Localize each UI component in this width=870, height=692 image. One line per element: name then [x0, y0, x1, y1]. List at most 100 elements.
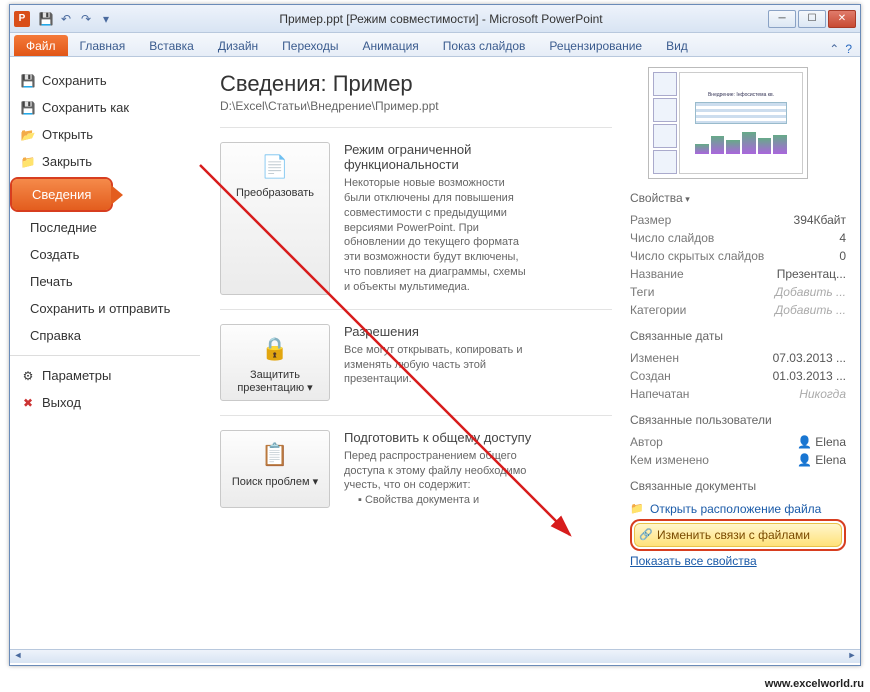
prop-key: Размер — [630, 213, 671, 227]
redo-icon[interactable]: ↷ — [78, 11, 94, 27]
prop-key: Напечатан — [630, 387, 689, 401]
menu-label: Выход — [42, 395, 81, 410]
save-as-icon: 💾 — [20, 100, 36, 116]
menu-label: Сохранить как — [42, 100, 129, 115]
ribbon-minimize-icon[interactable]: ⌃ — [829, 42, 839, 56]
button-label: Преобразовать — [225, 187, 325, 199]
menu-label: Сохранить — [42, 73, 107, 88]
properties-dropdown[interactable]: Свойства — [630, 191, 846, 205]
menu-new[interactable]: Создать — [10, 241, 200, 268]
save-icon[interactable]: 💾 — [38, 11, 54, 27]
help-icon[interactable]: ? — [845, 42, 852, 56]
menu-share[interactable]: Сохранить и отправить — [10, 295, 200, 322]
open-file-location-link[interactable]: 📁Открыть расположение файла — [630, 499, 846, 519]
tab-slideshow[interactable]: Показ слайдов — [431, 35, 538, 56]
watermark: www.excelworld.ru — [765, 678, 864, 690]
close-button[interactable]: ✕ — [828, 10, 856, 28]
prepare-body: Перед распространением общего доступа к … — [344, 449, 534, 494]
check-issues-button[interactable]: 📋 Поиск проблем ▾ — [220, 430, 330, 508]
tab-view[interactable]: Вид — [654, 35, 700, 56]
menu-label: Параметры — [42, 368, 111, 383]
info-heading: Сведения: Пример — [220, 71, 612, 97]
open-icon: 📂 — [20, 127, 36, 143]
menu-label: Последние — [30, 220, 97, 235]
menu-save[interactable]: 💾 Сохранить — [10, 67, 200, 94]
menu-options[interactable]: ⚙ Параметры — [10, 362, 200, 389]
related-docs-heading: Связанные документы — [630, 479, 846, 493]
menu-label: Открыть — [42, 127, 93, 142]
file-path: D:\Excel\Статьи\Внедрение\Пример.ppt — [220, 99, 612, 113]
tab-insert[interactable]: Вставка — [137, 35, 206, 56]
link-icon: 🔗 — [639, 528, 653, 541]
titlebar: P 💾 ↶ ↷ ▾ Пример.ppt [Режим совместимост… — [10, 5, 860, 33]
menu-separator — [10, 355, 200, 356]
menu-label: Сведения — [32, 187, 91, 202]
prepare-title: Подготовить к общему доступу — [344, 430, 534, 445]
horizontal-scrollbar[interactable]: ◄ ► — [10, 649, 860, 663]
compat-title: Режим ограниченной функциональности — [344, 142, 534, 172]
prop-value: 07.03.2013 ... — [773, 351, 846, 365]
folder-icon: 📁 — [630, 502, 644, 515]
prop-value[interactable]: Добавить ... — [775, 285, 846, 299]
tab-transitions[interactable]: Переходы — [270, 35, 350, 56]
prop-value[interactable]: Презентац... — [777, 267, 846, 281]
maximize-button[interactable]: ☐ — [798, 10, 826, 28]
show-all-properties-link[interactable]: Показать все свойства — [630, 551, 846, 571]
ribbon-tabs: Файл Главная Вставка Дизайн Переходы Ани… — [10, 33, 860, 57]
menu-exit[interactable]: ✖ Выход — [10, 389, 200, 416]
prop-value: 01.03.2013 ... — [773, 369, 846, 383]
tab-design[interactable]: Дизайн — [206, 35, 270, 56]
prop-key: Категории — [630, 303, 686, 317]
prepare-sub: ▪ Свойства документа и — [344, 493, 534, 508]
scroll-left-icon[interactable]: ◄ — [10, 650, 26, 663]
menu-close[interactable]: 📁Закрыть — [10, 148, 200, 175]
menu-label: Справка — [30, 328, 81, 343]
menu-info[interactable]: Сведения — [10, 175, 200, 214]
menu-help[interactable]: Справка — [10, 322, 200, 349]
tab-file[interactable]: Файл — [14, 35, 68, 56]
prop-value: 👤 Elena — [797, 453, 846, 467]
prop-key: Название — [630, 267, 684, 281]
prop-value[interactable]: Добавить ... — [775, 303, 846, 317]
exit-icon: ✖ — [20, 395, 36, 411]
edit-links-link[interactable]: 🔗Изменить связи с файлами — [630, 519, 846, 551]
menu-label: Сохранить и отправить — [30, 301, 170, 316]
prop-key: Изменен — [630, 351, 679, 365]
tab-animation[interactable]: Анимация — [350, 35, 430, 56]
backstage-menu: 💾 Сохранить 💾 Сохранить как 📂 Открыть 📁Закр… — [10, 57, 200, 649]
prop-value[interactable]: 👤 Elena — [797, 435, 846, 449]
menu-label: Печать — [30, 274, 73, 289]
undo-icon[interactable]: ↶ — [58, 11, 74, 27]
prop-value: 394Кбайт — [794, 213, 846, 227]
menu-label: Создать — [30, 247, 79, 262]
properties-panel: Внедрение: Інфосистема кв. Свойства Разм… — [620, 57, 860, 649]
prop-key: Автор — [630, 435, 663, 449]
selected-arrow-icon — [111, 185, 123, 205]
window-title: Пример.ppt [Режим совместимости] - Micro… — [114, 12, 768, 26]
menu-open[interactable]: 📂 Открыть — [10, 121, 200, 148]
convert-button[interactable]: 📄 Преобразовать — [220, 142, 330, 295]
menu-save-as[interactable]: 💾 Сохранить как — [10, 94, 200, 121]
menu-print[interactable]: Печать — [10, 268, 200, 295]
check-icon: 📋 — [259, 439, 291, 471]
menu-recent[interactable]: Последние — [10, 214, 200, 241]
scroll-right-icon[interactable]: ► — [844, 650, 860, 663]
slide-thumbnail[interactable]: Внедрение: Інфосистема кв. — [648, 67, 808, 179]
tab-review[interactable]: Рецензирование — [537, 35, 654, 56]
button-label: Поиск проблем ▾ — [225, 475, 325, 488]
qat-dropdown-icon[interactable]: ▾ — [98, 11, 114, 27]
minimize-button[interactable]: ─ — [768, 10, 796, 28]
prop-key: Теги — [630, 285, 654, 299]
convert-icon: 📄 — [259, 151, 291, 183]
prop-key: Число слайдов — [630, 231, 714, 245]
related-dates-heading: Связанные даты — [630, 329, 846, 343]
button-label: Защитить презентацию ▾ — [225, 369, 325, 394]
tab-home[interactable]: Главная — [68, 35, 138, 56]
compat-body: Некоторые новые возможности были отключе… — [344, 176, 534, 295]
prop-key: Кем изменено — [630, 453, 709, 467]
protect-button[interactable]: 🔒 Защитить презентацию ▾ — [220, 324, 330, 401]
menu-label: Закрыть — [42, 154, 92, 169]
quick-access-toolbar: 💾 ↶ ↷ ▾ — [38, 11, 114, 27]
options-icon: ⚙ — [20, 368, 36, 384]
save-icon: 💾 — [20, 73, 36, 89]
